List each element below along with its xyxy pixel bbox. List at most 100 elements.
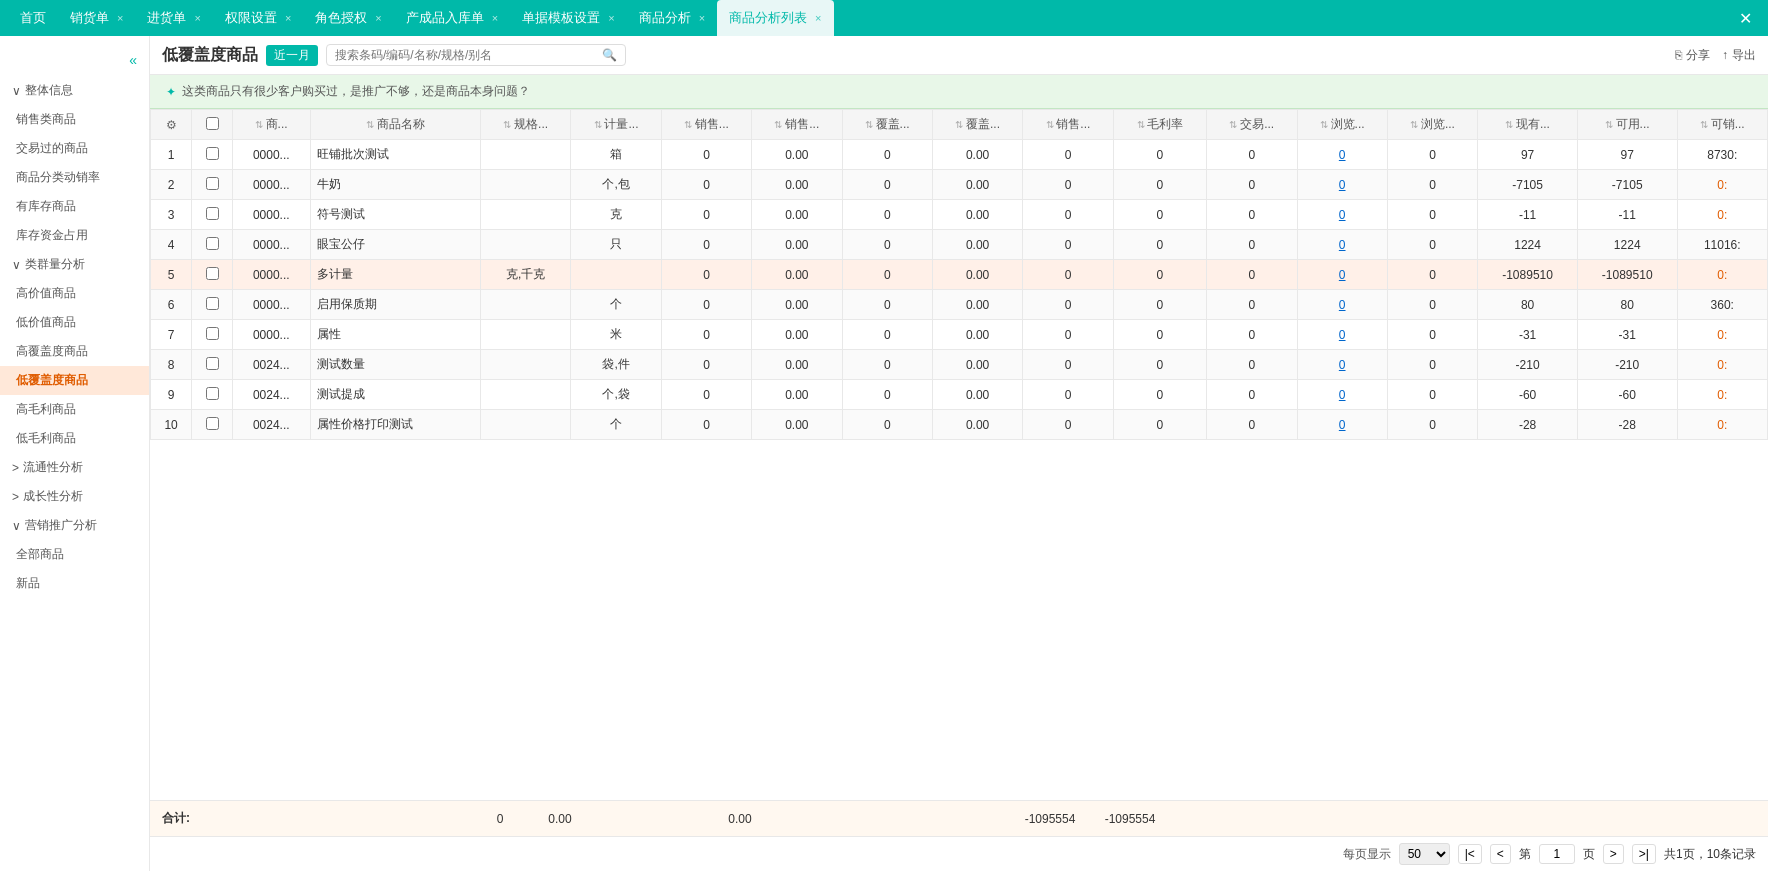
col-sales-qty[interactable]: 销售... <box>661 110 751 140</box>
row-checkbox[interactable] <box>192 350 233 380</box>
browse-link[interactable]: 0 <box>1339 388 1346 402</box>
col-unit[interactable]: 计量... <box>571 110 661 140</box>
select-all-checkbox[interactable] <box>206 117 219 130</box>
browse-link[interactable]: 0 <box>1339 208 1346 222</box>
row-browse1[interactable]: 0 <box>1297 350 1387 380</box>
sidebar-collapse-button[interactable]: « <box>125 48 141 72</box>
col-spec[interactable]: 规格... <box>481 110 571 140</box>
nav-product-analysis-list[interactable]: 商品分析列表 × <box>717 0 833 36</box>
browse-link[interactable]: 0 <box>1339 358 1346 372</box>
sidebar-item-high-value[interactable]: 高价值商品 <box>0 279 149 308</box>
sidebar-item-low-value[interactable]: 低价值商品 <box>0 308 149 337</box>
nav-sales-order[interactable]: 销货单 × <box>58 0 135 36</box>
table-row: 8 0024... 测试数量 袋,件 0 0.00 0 0.00 0 0 0 0… <box>151 350 1768 380</box>
browse-link[interactable]: 0 <box>1339 238 1346 252</box>
row-checkbox[interactable] <box>192 290 233 320</box>
row-browse1[interactable]: 0 <box>1297 140 1387 170</box>
col-current-stock[interactable]: 现有... <box>1478 110 1578 140</box>
col-sales-amt[interactable]: 销售... <box>752 110 842 140</box>
row-browse1[interactable]: 0 <box>1297 320 1387 350</box>
col-cover2[interactable]: 覆盖... <box>932 110 1022 140</box>
sidebar-item-low-coverage[interactable]: 低覆盖度商品 <box>0 366 149 395</box>
nav-close-icon[interactable]: × <box>699 0 705 36</box>
share-button[interactable]: ⎘ 分享 <box>1675 47 1710 64</box>
row-browse1[interactable]: 0 <box>1297 410 1387 440</box>
browse-link[interactable]: 0 <box>1339 268 1346 282</box>
nav-close-icon[interactable]: × <box>194 0 200 36</box>
nav-product-warehouse[interactable]: 产成品入库单 × <box>394 0 510 36</box>
row-checkbox[interactable] <box>192 200 233 230</box>
nav-close-icon[interactable]: × <box>608 0 614 36</box>
row-checkbox[interactable] <box>192 380 233 410</box>
browse-link[interactable]: 0 <box>1339 328 1346 342</box>
nav-permissions[interactable]: 权限设置 × <box>213 0 303 36</box>
sidebar-section-overview[interactable]: ∨ 整体信息 <box>0 76 149 105</box>
sidebar-section-growth[interactable]: > 成长性分析 <box>0 482 149 511</box>
sidebar-item-stock-capital[interactable]: 库存资金占用 <box>0 221 149 250</box>
export-button[interactable]: ↑ 导出 <box>1722 47 1756 64</box>
next-page-button[interactable]: > <box>1603 844 1624 864</box>
search-icon[interactable]: 🔍 <box>602 48 617 62</box>
sidebar-item-all-products[interactable]: 全部商品 <box>0 540 149 569</box>
prev-page-button[interactable]: < <box>1490 844 1511 864</box>
browse-link[interactable]: 0 <box>1339 298 1346 312</box>
sidebar-item-traded-products[interactable]: 交易过的商品 <box>0 134 149 163</box>
sidebar-item-sales-products[interactable]: 销售类商品 <box>0 105 149 134</box>
search-input[interactable] <box>335 48 598 62</box>
col-saleable[interactable]: 可销... <box>1677 110 1767 140</box>
col-browse2[interactable]: 浏览... <box>1387 110 1477 140</box>
row-browse1[interactable]: 0 <box>1297 200 1387 230</box>
sidebar-section-cluster[interactable]: ∨ 类群量分析 <box>0 250 149 279</box>
nav-product-analysis[interactable]: 商品分析 × <box>627 0 717 36</box>
last-page-button[interactable]: >| <box>1632 844 1656 864</box>
browse-link[interactable]: 0 <box>1339 178 1346 192</box>
row-checkbox[interactable] <box>192 170 233 200</box>
col-gross-rate[interactable]: 毛利率 <box>1113 110 1206 140</box>
first-page-button[interactable]: |< <box>1458 844 1482 864</box>
nav-close-icon[interactable]: × <box>117 0 123 36</box>
sidebar-item-high-profit[interactable]: 高毛利商品 <box>0 395 149 424</box>
row-browse1[interactable]: 0 <box>1297 230 1387 260</box>
page-size-select[interactable]: 50 20 100 <box>1399 843 1450 865</box>
row-browse2: 0 <box>1387 350 1477 380</box>
col-available[interactable]: 可用... <box>1577 110 1677 140</box>
col-code[interactable]: 商... <box>232 110 310 140</box>
row-browse1[interactable]: 0 <box>1297 290 1387 320</box>
window-close-button[interactable]: ✕ <box>1731 9 1760 28</box>
browse-link[interactable]: 0 <box>1339 418 1346 432</box>
time-filter-button[interactable]: 近一月 <box>266 45 318 66</box>
sidebar-item-stock-products[interactable]: 有库存商品 <box>0 192 149 221</box>
page-number-input[interactable] <box>1539 844 1575 864</box>
table-footer: 合计: 0 0.00 0.00 -1095554 -1095554 <box>150 800 1768 836</box>
nav-purchase-order[interactable]: 进货单 × <box>135 0 212 36</box>
row-checkbox[interactable] <box>192 410 233 440</box>
row-checkbox[interactable] <box>192 320 233 350</box>
nav-close-icon[interactable]: × <box>492 0 498 36</box>
col-cover1[interactable]: 覆盖... <box>842 110 932 140</box>
col-trade[interactable]: 交易... <box>1207 110 1297 140</box>
browse-link[interactable]: 0 <box>1339 148 1346 162</box>
nav-home[interactable]: 首页 <box>8 0 58 36</box>
row-browse1[interactable]: 0 <box>1297 380 1387 410</box>
row-browse1[interactable]: 0 <box>1297 260 1387 290</box>
nav-close-icon[interactable]: × <box>815 0 821 36</box>
col-browse1[interactable]: 浏览... <box>1297 110 1387 140</box>
nav-role-auth[interactable]: 角色授权 × <box>303 0 393 36</box>
col-settings[interactable]: ⚙ <box>151 110 192 140</box>
row-checkbox[interactable] <box>192 230 233 260</box>
row-browse1[interactable]: 0 <box>1297 170 1387 200</box>
sidebar-item-low-profit[interactable]: 低毛利商品 <box>0 424 149 453</box>
sidebar-section-circulation[interactable]: > 流通性分析 <box>0 453 149 482</box>
sidebar-item-category-sales-rate[interactable]: 商品分类动销率 <box>0 163 149 192</box>
sidebar-item-high-coverage[interactable]: 高覆盖度商品 <box>0 337 149 366</box>
row-gross-rate: 0 <box>1113 320 1206 350</box>
nav-close-icon[interactable]: × <box>375 0 381 36</box>
sidebar-section-marketing[interactable]: ∨ 营销推广分析 <box>0 511 149 540</box>
nav-template-settings[interactable]: 单据模板设置 × <box>510 0 626 36</box>
col-name[interactable]: 商品名称 <box>310 110 480 140</box>
row-checkbox[interactable] <box>192 260 233 290</box>
nav-close-icon[interactable]: × <box>285 0 291 36</box>
row-checkbox[interactable] <box>192 140 233 170</box>
sidebar-item-new-products[interactable]: 新品 <box>0 569 149 598</box>
col-sales3[interactable]: 销售... <box>1023 110 1113 140</box>
